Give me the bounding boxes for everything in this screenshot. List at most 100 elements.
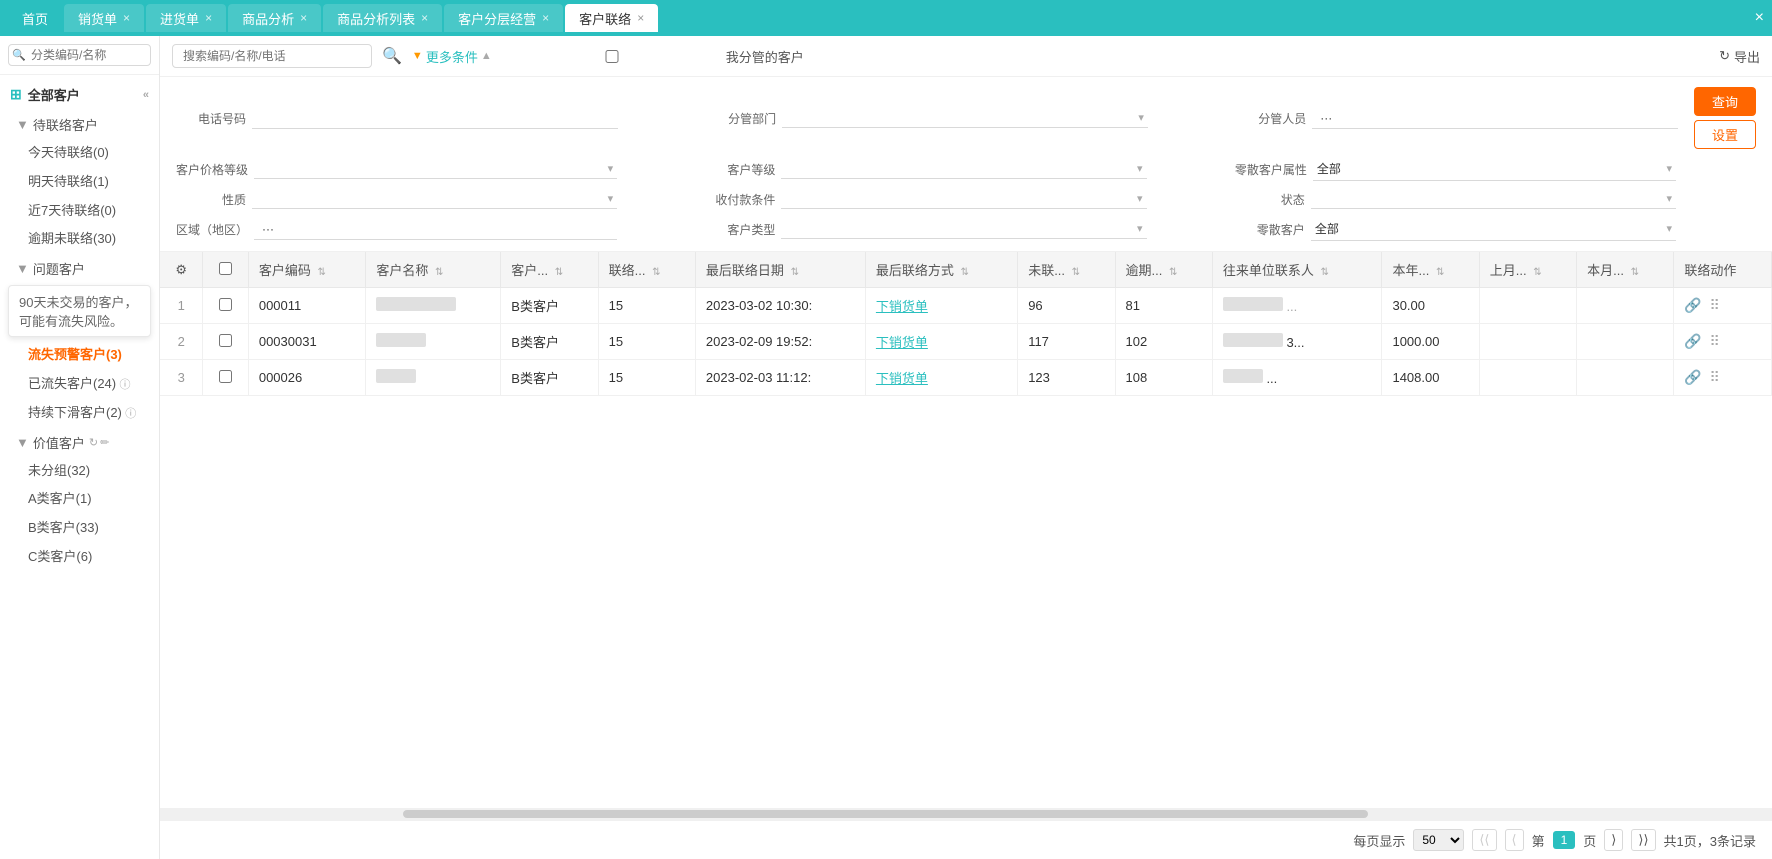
- row-2-actions: 🔗 ⠿: [1674, 324, 1772, 360]
- tab-customer-contact[interactable]: 客户联络 ×: [565, 4, 658, 32]
- zero-customer-label: 零散客户: [1235, 221, 1305, 238]
- sort-date-icon[interactable]: ⇅: [791, 267, 799, 278]
- window-close-icon[interactable]: ×: [1755, 9, 1764, 27]
- row-2-checkbox[interactable]: [203, 324, 248, 360]
- more-conditions-btn[interactable]: ▼ 更多条件 ▲: [412, 47, 492, 66]
- sort-last-month-icon[interactable]: ⇅: [1533, 267, 1541, 278]
- sort-unit-icon[interactable]: ⇅: [1320, 267, 1328, 278]
- customer-level-select[interactable]: ▾: [781, 159, 1146, 179]
- query-button[interactable]: 查询: [1694, 87, 1756, 116]
- gender-select[interactable]: ▾: [252, 189, 617, 209]
- sidebar-group-pending[interactable]: ▼ 待联络客户: [0, 110, 159, 139]
- sort-overdue-icon[interactable]: ⇅: [1169, 267, 1177, 278]
- sidebar-item-overdue[interactable]: 逾期未联络(30): [0, 225, 159, 254]
- row-1-checkbox[interactable]: [203, 288, 248, 324]
- sidebar-item-churned[interactable]: 已流失客户(24) ⓘ: [0, 370, 159, 399]
- table-checkbox-header[interactable]: [203, 252, 248, 288]
- phone-input[interactable]: [252, 108, 618, 129]
- scroll-thumb[interactable]: [403, 810, 1368, 818]
- sidebar-search-input[interactable]: [8, 44, 151, 66]
- tab-sales-label: 销货单: [78, 9, 117, 28]
- row-2-contact: 15: [598, 324, 695, 360]
- sort-not-contact-icon[interactable]: ⇅: [1072, 267, 1080, 278]
- region-dots[interactable]: ···: [262, 222, 274, 236]
- filter-row-2: 客户价格等级 ▾ 客户等级 ▾ 零散客户属性: [176, 157, 1756, 181]
- sort-code-icon[interactable]: ⇅: [317, 267, 325, 278]
- row-2-link-icon[interactable]: 🔗: [1684, 333, 1701, 349]
- select-all-checkbox[interactable]: [219, 262, 232, 275]
- export-button[interactable]: ↻ 导出: [1719, 47, 1760, 66]
- tab-customer-contact-close[interactable]: ×: [637, 11, 644, 25]
- tab-customer-tier[interactable]: 客户分层经营 ×: [444, 4, 563, 32]
- sidebar-item-b-class[interactable]: B类客户(33): [0, 514, 159, 543]
- tab-home[interactable]: 首页: [8, 4, 62, 32]
- row-3-checkbox[interactable]: [203, 360, 248, 396]
- table-container: ⚙ 客户编码 ⇅ 客户名称 ⇅: [160, 252, 1772, 808]
- sort-this-month-icon[interactable]: ⇅: [1631, 267, 1639, 278]
- sort-method-icon[interactable]: ⇅: [961, 267, 969, 278]
- row-3-link-icon[interactable]: 🔗: [1684, 369, 1701, 385]
- row-1-method[interactable]: 下销货单: [865, 288, 1017, 324]
- sidebar-group-value[interactable]: ▼ 价值客户 ↻ ✏: [0, 428, 159, 457]
- tab-customer-tier-close[interactable]: ×: [542, 11, 549, 25]
- tab-analysis-list-close[interactable]: ×: [421, 11, 428, 25]
- tab-sales[interactable]: 销货单 ×: [64, 4, 144, 32]
- settings-button[interactable]: 设置: [1694, 120, 1756, 149]
- zero-customer-select[interactable]: 全部 ▾: [1311, 217, 1676, 241]
- customer-type-select[interactable]: ▾: [781, 219, 1146, 239]
- row-3-date: 2023-02-03 11:12:: [695, 360, 865, 396]
- tab-sales-close[interactable]: ×: [123, 11, 130, 25]
- row-1-link-icon[interactable]: 🔗: [1684, 297, 1701, 313]
- payment-select[interactable]: ▾: [781, 189, 1146, 209]
- row-3-method-link[interactable]: 下销货单: [876, 371, 928, 386]
- next-page-btn[interactable]: ⟩: [1604, 829, 1623, 851]
- total-records: 共1页，3条记录: [1664, 831, 1756, 850]
- col-action: 联络动作: [1674, 252, 1772, 288]
- dept-select[interactable]: ▾: [782, 108, 1148, 128]
- row-2-method[interactable]: 下销货单: [865, 324, 1017, 360]
- row-1-method-link[interactable]: 下销货单: [876, 299, 928, 314]
- person-dots[interactable]: ···: [1320, 111, 1332, 125]
- sort-type-icon[interactable]: ⇅: [555, 267, 563, 278]
- tab-purchase[interactable]: 进货单 ×: [146, 4, 226, 32]
- sidebar-item-today[interactable]: 今天待联络(0): [0, 139, 159, 168]
- sidebar-item-7days[interactable]: 近7天待联络(0): [0, 197, 159, 226]
- sidebar-item-a-class[interactable]: A类客户(1): [0, 485, 159, 514]
- sidebar-group-problem[interactable]: ▼ 问题客户: [0, 254, 159, 283]
- tab-analysis[interactable]: 商品分析 ×: [228, 4, 321, 32]
- sidebar-all-customers[interactable]: ⊞ 全部客户 «: [0, 79, 159, 110]
- sidebar-collapse-btn[interactable]: «: [143, 89, 149, 101]
- tab-analysis-close[interactable]: ×: [300, 11, 307, 25]
- row-2-menu-icon[interactable]: ⠿: [1709, 333, 1719, 349]
- row-1-menu-icon[interactable]: ⠿: [1709, 297, 1719, 313]
- sidebar-item-churn-warning[interactable]: 流失预警客户(3): [0, 341, 159, 370]
- first-page-btn[interactable]: ⟨⟨: [1472, 829, 1496, 851]
- my-customers-check[interactable]: [502, 50, 722, 63]
- region-select[interactable]: ···: [254, 219, 617, 240]
- sidebar-item-ungroup[interactable]: 未分组(32): [0, 457, 159, 486]
- row-3-menu-icon[interactable]: ⠿: [1709, 369, 1719, 385]
- per-page-select[interactable]: 50 20 100: [1413, 829, 1464, 851]
- sort-name-icon[interactable]: ⇅: [435, 267, 443, 278]
- sidebar-item-tomorrow[interactable]: 明天待联络(1): [0, 168, 159, 197]
- search-input[interactable]: [172, 44, 372, 68]
- tab-analysis-list[interactable]: 商品分析列表 ×: [323, 4, 442, 32]
- row-2-method-link[interactable]: 下销货单: [876, 335, 928, 350]
- zero-attr-select[interactable]: 全部 ▾: [1313, 157, 1676, 181]
- my-customers-checkbox[interactable]: 我分管的客户: [502, 47, 804, 66]
- horizontal-scrollbar[interactable]: [160, 808, 1772, 820]
- person-select[interactable]: ···: [1312, 108, 1678, 129]
- sidebar-item-c-class[interactable]: C类客户(6): [0, 543, 159, 572]
- table-row: 1 000011 B类客户 15 2023-03-02 10:30: 下销货单 …: [160, 288, 1772, 324]
- tab-purchase-close[interactable]: ×: [205, 11, 212, 25]
- last-page-btn[interactable]: ⟩⟩: [1631, 829, 1655, 851]
- sort-contact-icon[interactable]: ⇅: [652, 267, 660, 278]
- row-3-method[interactable]: 下销货单: [865, 360, 1017, 396]
- search-button[interactable]: 🔍: [382, 46, 402, 66]
- prev-page-btn[interactable]: ⟨: [1505, 829, 1524, 851]
- table-settings-header[interactable]: ⚙: [160, 252, 203, 288]
- sidebar-item-declining[interactable]: 持续下滑客户(2) ⓘ: [0, 399, 159, 428]
- status-select[interactable]: ▾: [1311, 189, 1676, 209]
- sort-this-year-icon[interactable]: ⇅: [1436, 267, 1444, 278]
- price-level-select[interactable]: ▾: [254, 159, 617, 179]
